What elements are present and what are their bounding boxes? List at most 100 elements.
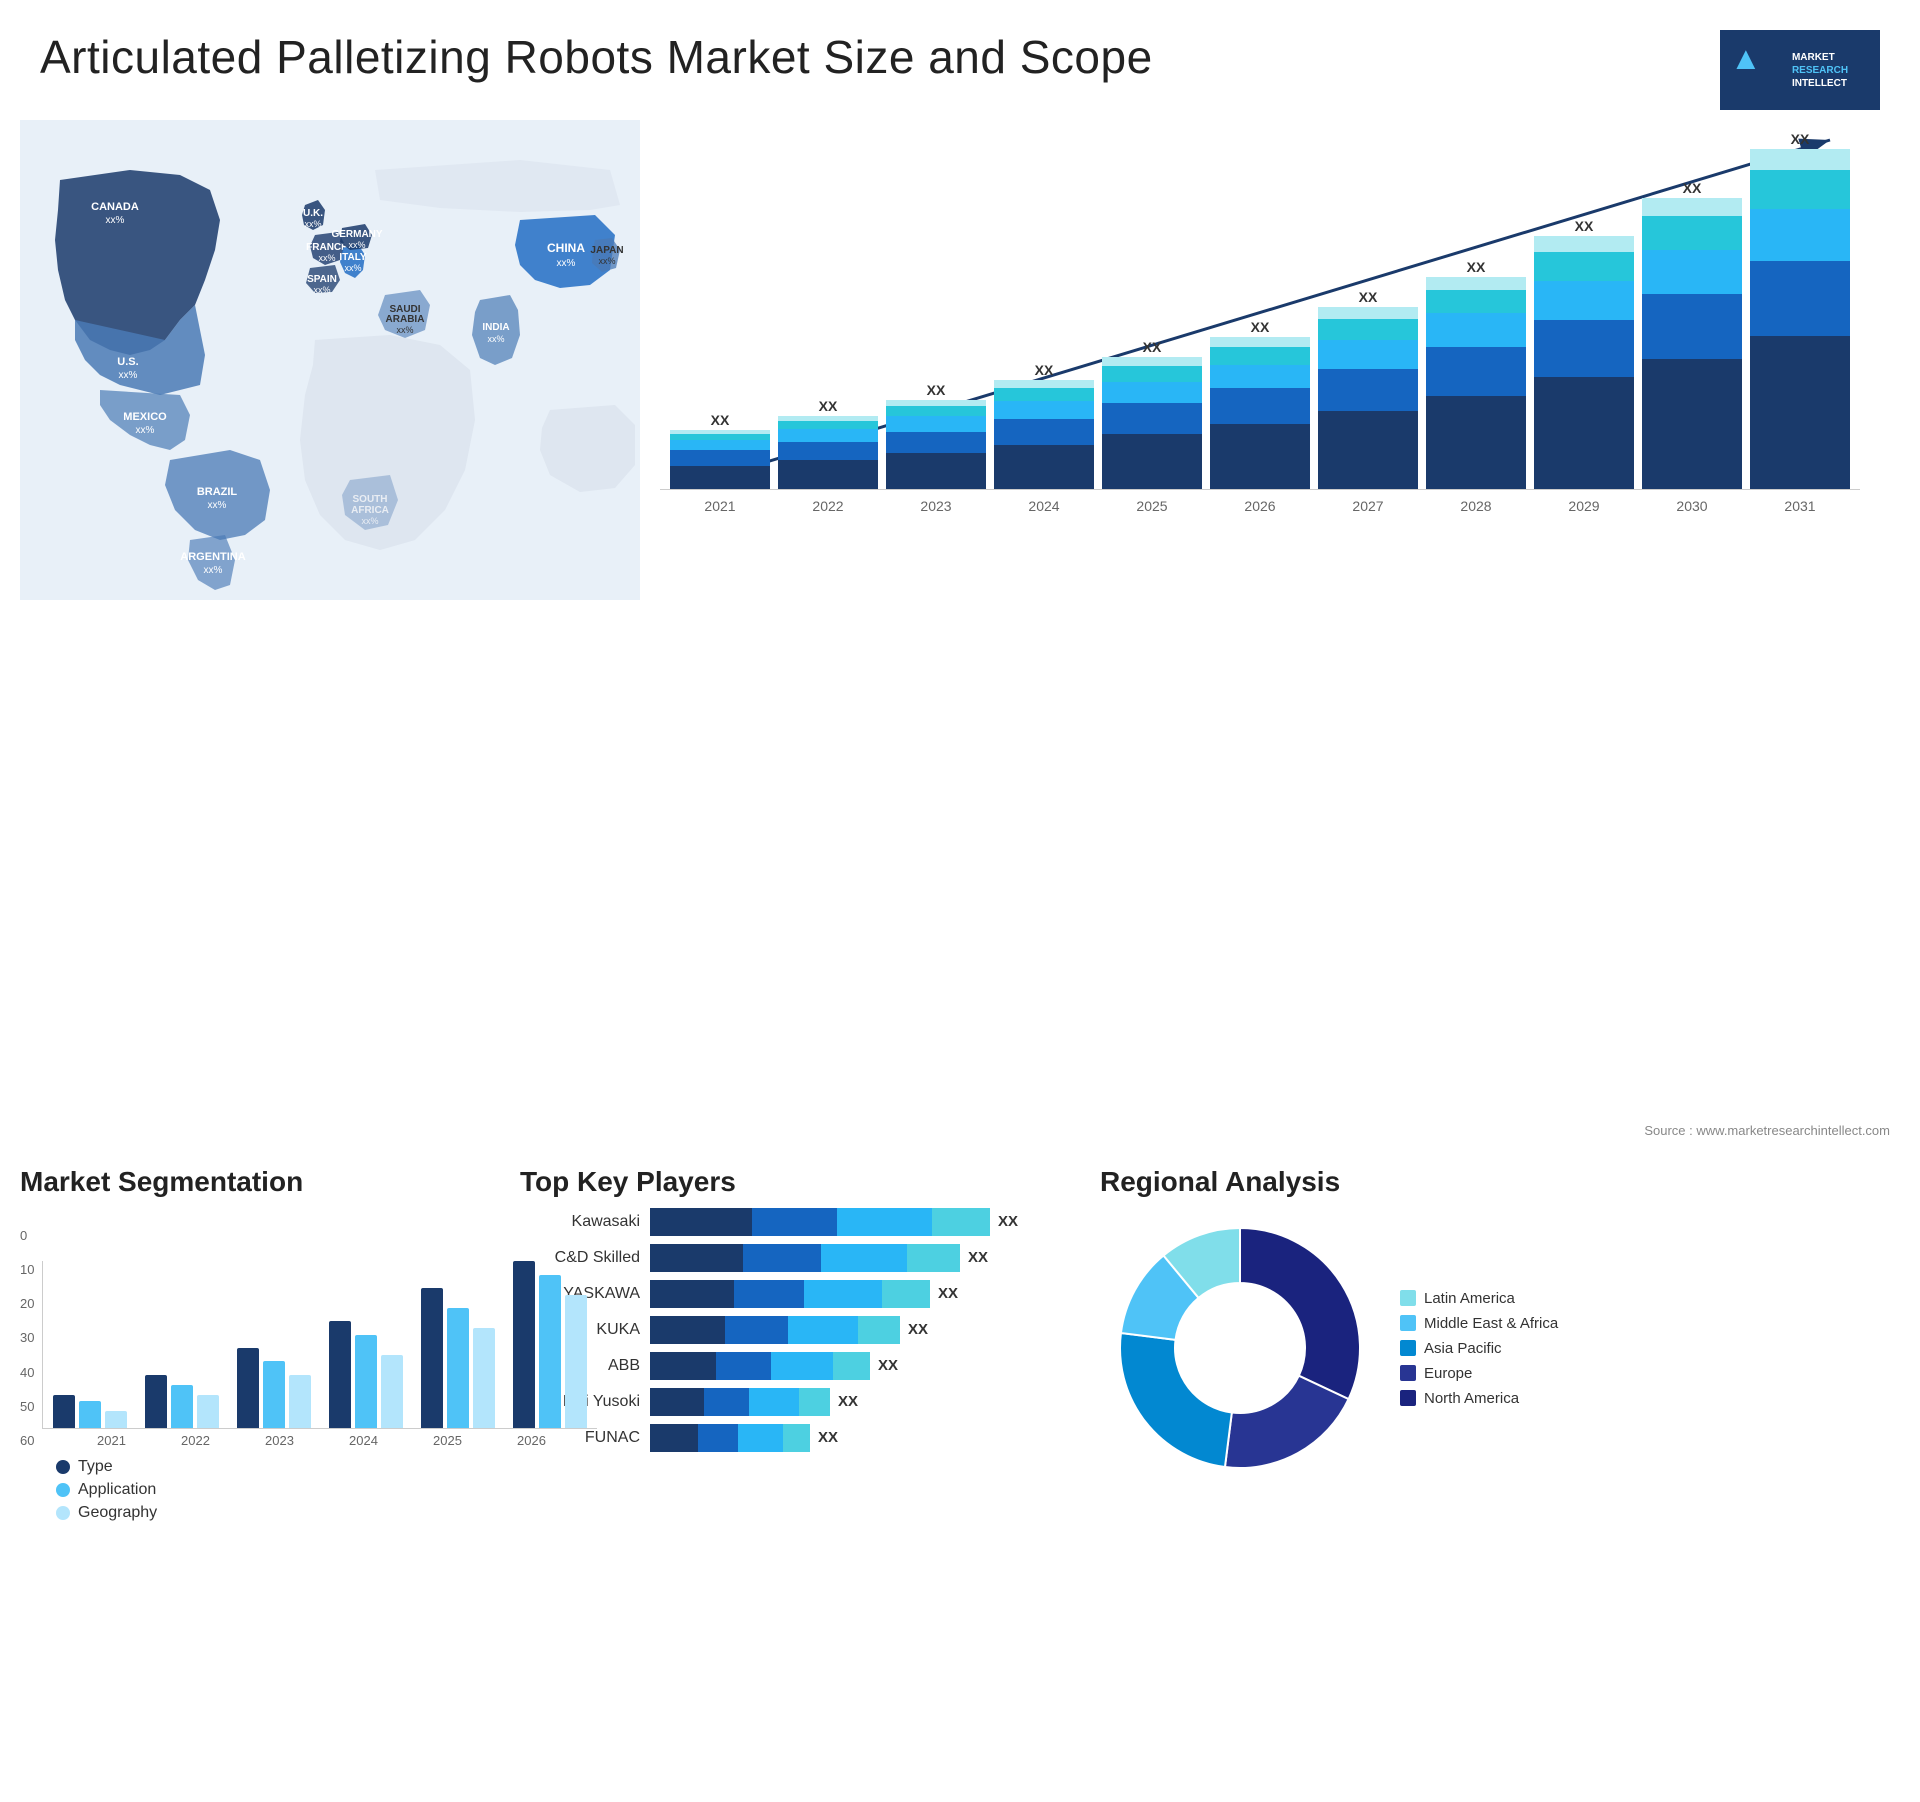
seg-x-label: 2023 — [246, 1433, 312, 1448]
bar-xx-label: XX — [927, 382, 946, 398]
player-bar-wrap: XX — [650, 1352, 1080, 1380]
svg-text:xx%: xx% — [598, 256, 615, 266]
player-bar-wrap: XX — [650, 1388, 1080, 1416]
player-bar-seg — [704, 1388, 749, 1416]
logo-box: ▲ MARKET RESEARCH INTELLECT — [1720, 30, 1880, 110]
seg-bar — [53, 1395, 75, 1428]
bar-xx-label: XX — [1683, 180, 1702, 196]
seg-bar — [237, 1348, 259, 1428]
bar-x-label: 2025 — [1102, 498, 1202, 514]
svg-text:xx%: xx% — [318, 253, 335, 263]
player-bar-seg — [752, 1208, 837, 1236]
svg-text:xx%: xx% — [348, 240, 365, 250]
player-row: C&D SkilledXX — [520, 1244, 1080, 1272]
bar-segment — [1210, 365, 1310, 388]
seg-y-label: 40 — [20, 1365, 34, 1380]
player-name: Kawasaki — [520, 1213, 640, 1231]
bar-segment — [1318, 369, 1418, 411]
player-bar-wrap: XX — [650, 1316, 1080, 1344]
bar-segment — [1102, 366, 1202, 382]
bar-stack — [778, 416, 878, 489]
player-bar-seg — [725, 1316, 788, 1344]
seg-legend-label: Geography — [78, 1504, 157, 1522]
player-xx-label: XX — [998, 1208, 1018, 1236]
bar-segment — [1534, 377, 1634, 489]
bar-segment — [1426, 396, 1526, 489]
seg-x-labels: 202120222023202420252026 — [42, 1433, 597, 1448]
seg-legend-dot — [56, 1506, 70, 1520]
world-map-section: CANADA xx% U.S. xx% MEXICO xx% BRAZIL xx… — [20, 120, 640, 600]
svg-text:xx%: xx% — [204, 565, 223, 576]
bar-chart-section: XXXXXXXXXXXXXXXXXXXXXX 20212022202320242… — [640, 120, 1900, 600]
seg-bar — [197, 1395, 219, 1428]
bar-segment — [1534, 236, 1634, 252]
logo-m-icon: ▲ — [1730, 40, 1762, 77]
logo-line2: RESEARCH — [1792, 64, 1848, 77]
seg-bar — [539, 1275, 561, 1428]
top-row: CANADA xx% U.S. xx% MEXICO xx% BRAZIL xx… — [0, 120, 1920, 1156]
bar-group: XX — [1750, 131, 1850, 489]
svg-text:GERMANY: GERMANY — [331, 229, 382, 240]
bar-group: XX — [1426, 259, 1526, 489]
svg-text:INDIA: INDIA — [482, 322, 509, 333]
bar-segment — [1534, 281, 1634, 320]
bar-xx-label: XX — [1035, 362, 1054, 378]
regional-section: Regional Analysis Latin AmericaMiddle Ea… — [1100, 1166, 1900, 1802]
bar-segment — [1318, 307, 1418, 319]
header: Articulated Palletizing Robots Market Si… — [0, 0, 1920, 120]
bar-segment — [886, 432, 986, 453]
seg-bar — [421, 1288, 443, 1428]
bar-xx-label: XX — [1575, 218, 1594, 234]
bar-group: XX — [1318, 289, 1418, 489]
seg-x-label: 2022 — [162, 1433, 228, 1448]
page-title: Articulated Palletizing Robots Market Si… — [40, 30, 1153, 84]
svg-text:xx%: xx% — [557, 258, 576, 269]
seg-x-label: 2024 — [330, 1433, 396, 1448]
seg-bar-group — [145, 1375, 219, 1428]
svg-text:CHINA: CHINA — [547, 241, 585, 255]
player-xx-label: XX — [938, 1280, 958, 1308]
bar-x-label: 2022 — [778, 498, 878, 514]
bottom-row: Market Segmentation 6050403020100 202120… — [0, 1156, 1920, 1802]
bar-segment — [1318, 411, 1418, 489]
bar-segment — [886, 453, 986, 489]
player-row: ABBXX — [520, 1352, 1080, 1380]
bar-xx-label: XX — [1251, 319, 1270, 335]
bar-segment — [1426, 347, 1526, 396]
donut-legend-label: North America — [1424, 1390, 1519, 1407]
bar-segment — [1750, 149, 1850, 170]
bar-xx-label: XX — [819, 398, 838, 414]
players-section: Top Key Players KawasakiXXC&D SkilledXXY… — [520, 1166, 1080, 1802]
bar-stack — [1426, 277, 1526, 489]
bar-group: XX — [994, 362, 1094, 489]
player-bar-seg — [650, 1424, 698, 1452]
seg-bar — [329, 1321, 351, 1428]
bar-segment — [1318, 340, 1418, 369]
bar-segment — [886, 406, 986, 416]
donut-legend-color — [1400, 1290, 1416, 1306]
svg-text:BRAZIL: BRAZIL — [197, 486, 238, 498]
bar-segment — [1642, 250, 1742, 294]
bar-segment — [1750, 170, 1850, 209]
bar-segment — [994, 380, 1094, 388]
svg-text:xx%: xx% — [313, 285, 330, 295]
bar-segment — [1750, 209, 1850, 261]
player-row: KUKAXX — [520, 1316, 1080, 1344]
bar-x-label: 2023 — [886, 498, 986, 514]
bar-segment — [1426, 277, 1526, 290]
player-bar-wrap: XX — [650, 1280, 1080, 1308]
bar-segment — [1318, 319, 1418, 340]
bar-segment — [1642, 198, 1742, 216]
svg-text:xx%: xx% — [344, 263, 361, 273]
bar-segment — [1102, 357, 1202, 366]
seg-bars-wrapper — [42, 1261, 597, 1429]
bar-x-label: 2028 — [1426, 498, 1526, 514]
seg-x-label: 2021 — [78, 1433, 144, 1448]
donut-legend-color — [1400, 1340, 1416, 1356]
seg-legend-item: Type — [56, 1458, 500, 1476]
bar-segment — [1642, 216, 1742, 250]
svg-text:xx%: xx% — [208, 500, 227, 511]
donut-legend-color — [1400, 1390, 1416, 1406]
seg-x-label: 2025 — [414, 1433, 480, 1448]
player-bar-seg — [734, 1280, 804, 1308]
